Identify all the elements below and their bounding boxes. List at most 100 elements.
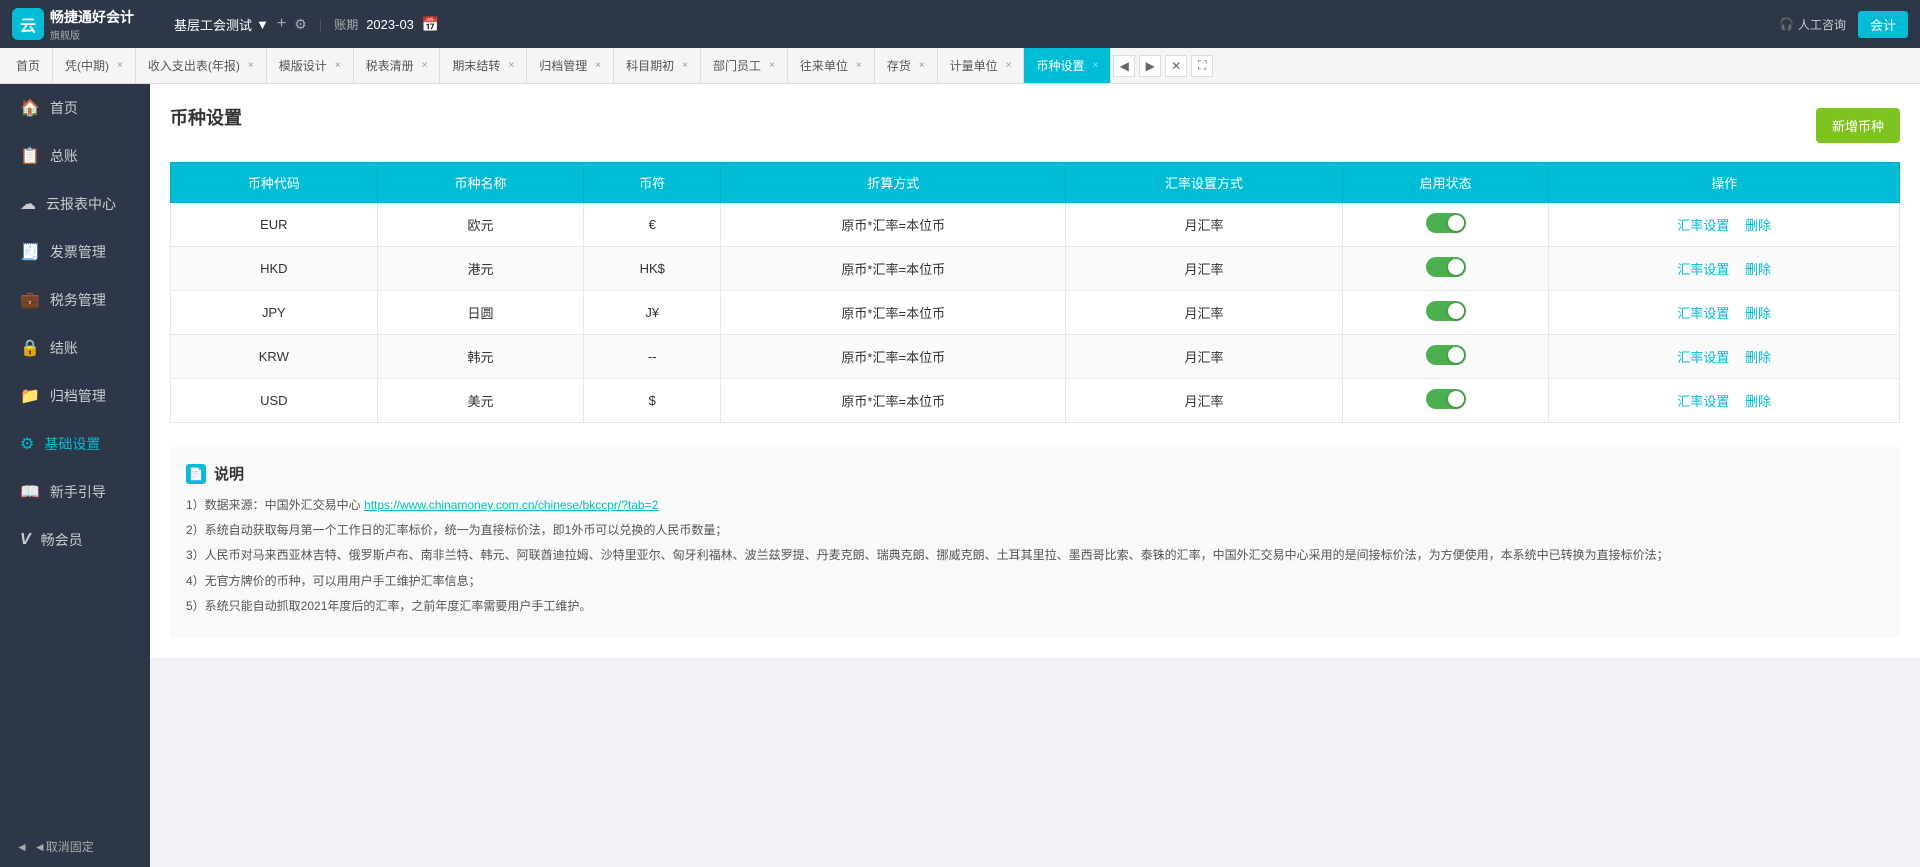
toggle-switch[interactable]: [1426, 213, 1466, 233]
note-item: 5）系统只能自动抓取2021年度后的汇率，之前年度汇率需要用户手工维护。: [186, 597, 1884, 616]
tab-prev-btn[interactable]: ◀: [1113, 55, 1135, 77]
cell-1: 港元: [377, 247, 584, 291]
tab-archive-close[interactable]: ×: [595, 60, 601, 71]
rate-setting-link[interactable]: 汇率设置: [1677, 394, 1729, 409]
tab-tax-close[interactable]: ×: [422, 60, 428, 71]
sidebar-item-ledger[interactable]: 📋 总账: [0, 132, 150, 180]
sidebar-item-invoice[interactable]: 🧾 发票管理: [0, 228, 150, 276]
sidebar-item-member[interactable]: V 畅会员: [0, 516, 150, 564]
tab-subject[interactable]: 科目期初 ×: [614, 48, 701, 84]
rate-setting-link[interactable]: 汇率设置: [1677, 306, 1729, 321]
tab-currency[interactable]: 币种设置 ×: [1024, 48, 1111, 84]
tab-partner-close[interactable]: ×: [856, 60, 862, 71]
tab-income-close[interactable]: ×: [248, 60, 254, 71]
delete-link[interactable]: 删除: [1745, 262, 1771, 277]
tab-unit-close[interactable]: ×: [1006, 60, 1012, 71]
table-row: USD美元$原币*汇率=本位币月汇率 汇率设置 删除: [171, 379, 1900, 423]
tab-period-end[interactable]: 期末结转 ×: [440, 48, 527, 84]
tab-archive[interactable]: 归档管理 ×: [527, 48, 614, 84]
tab-dept[interactable]: 部门员工 ×: [701, 48, 788, 84]
delete-link[interactable]: 删除: [1745, 394, 1771, 409]
tab-stock[interactable]: 存货 ×: [875, 48, 938, 84]
member-icon: V: [20, 531, 31, 549]
sidebar-item-settings[interactable]: ⚙ 基础设置: [0, 420, 150, 468]
period-value: 2023-03: [366, 17, 414, 32]
cell-0: EUR: [171, 203, 378, 247]
tab-partner[interactable]: 往来单位 ×: [788, 48, 875, 84]
tab-stock-label: 存货: [887, 57, 911, 74]
support-button[interactable]: 🎧 人工咨询: [1779, 16, 1846, 33]
tab-subject-close[interactable]: ×: [682, 60, 688, 71]
tab-period-end-label: 期末结转: [452, 57, 500, 74]
rate-setting-link[interactable]: 汇率设置: [1677, 262, 1729, 277]
toggle-switch[interactable]: [1426, 345, 1466, 365]
sidebar-label-settings: 基础设置: [44, 434, 100, 454]
tab-currency-label: 币种设置: [1036, 57, 1084, 74]
tax-icon: 💼: [20, 290, 40, 310]
tab-period-end-close[interactable]: ×: [508, 60, 514, 71]
toggle-switch[interactable]: [1426, 301, 1466, 321]
sidebar-pin-toggle[interactable]: ◄ ◄取消固定: [0, 826, 150, 867]
delete-link[interactable]: 删除: [1745, 218, 1771, 233]
calendar-icon[interactable]: 📅: [422, 16, 439, 33]
cell-toggle: [1342, 203, 1549, 247]
sidebar-item-archive[interactable]: 📁 归档管理: [0, 372, 150, 420]
tab-fullscreen-btn[interactable]: ⛶: [1191, 55, 1213, 77]
tab-tax-label: 税表清册: [366, 57, 414, 74]
logo-sub: 旗舰版: [50, 27, 134, 42]
toggle-switch[interactable]: [1426, 257, 1466, 277]
tab-stock-close[interactable]: ×: [919, 60, 925, 71]
cell-3: 原币*汇率=本位币: [721, 335, 1066, 379]
cell-toggle: [1342, 379, 1549, 423]
sidebar-label-ledger: 总账: [50, 146, 78, 166]
delete-link[interactable]: 删除: [1745, 350, 1771, 365]
sidebar-item-home[interactable]: 🏠 首页: [0, 84, 150, 132]
tab-voucher[interactable]: 凭(中期) ×: [53, 48, 136, 84]
tab-close-all-btn[interactable]: ✕: [1165, 55, 1187, 77]
tab-template[interactable]: 模版设计 ×: [267, 48, 354, 84]
cell-1: 韩元: [377, 335, 584, 379]
sidebar-label-guide: 新手引导: [50, 482, 106, 502]
col-status: 启用状态: [1342, 163, 1549, 203]
company-selector[interactable]: 基层工会测试 ▼: [174, 15, 269, 34]
new-currency-button[interactable]: 新增币种: [1816, 108, 1900, 143]
toggle-switch[interactable]: [1426, 389, 1466, 409]
note-item: 1）数据来源：中国外汇交易中心 https://www.chinamoney.c…: [186, 496, 1884, 515]
tab-template-close[interactable]: ×: [335, 60, 341, 71]
cell-actions: 汇率设置 删除: [1549, 291, 1900, 335]
table-row: EUR欧元€原币*汇率=本位币月汇率 汇率设置 删除: [171, 203, 1900, 247]
cell-actions: 汇率设置 删除: [1549, 247, 1900, 291]
account-button[interactable]: 会计: [1858, 11, 1908, 38]
sidebar-label-tax: 税务管理: [50, 290, 106, 310]
tab-next-btn[interactable]: ▶: [1139, 55, 1161, 77]
rate-setting-link[interactable]: 汇率设置: [1677, 218, 1729, 233]
chinamoney-link[interactable]: https://www.chinamoney.com.cn/chinese/bk…: [364, 498, 658, 512]
currency-table: 币种代码 币种名称 币符 折算方式 汇率设置方式 启用状态 操作 EUR欧元€原…: [170, 162, 1900, 423]
sidebar-label-archive: 归档管理: [50, 386, 106, 406]
tab-currency-close[interactable]: ×: [1092, 60, 1098, 71]
sidebar-item-reports[interactable]: ☁ 云报表中心: [0, 180, 150, 228]
cell-1: 日圆: [377, 291, 584, 335]
note-item: 3）人民币对马来西亚林吉特、俄罗斯卢布、南非兰特、韩元、阿联酋迪拉姆、沙特里亚尔…: [186, 546, 1884, 565]
sidebar: 🏠 首页 📋 总账 ☁ 云报表中心 🧾 发票管理 💼 税务管理 🔒 结账 📁 归…: [0, 84, 150, 867]
tab-tax[interactable]: 税表清册 ×: [354, 48, 441, 84]
delete-link[interactable]: 删除: [1745, 306, 1771, 321]
note-item: 4）无官方牌价的币种，可以用用户手工维护汇率信息；: [186, 572, 1884, 591]
cell-1: 欧元: [377, 203, 584, 247]
sidebar-item-guide[interactable]: 📖 新手引导: [0, 468, 150, 516]
tab-dept-close[interactable]: ×: [769, 60, 775, 71]
rate-setting-link[interactable]: 汇率设置: [1677, 350, 1729, 365]
table-row: HKD港元HK$原币*汇率=本位币月汇率 汇率设置 删除: [171, 247, 1900, 291]
settings-icon[interactable]: ⚙: [294, 16, 307, 33]
cell-2: HK$: [584, 247, 721, 291]
tab-unit[interactable]: 计量单位 ×: [938, 48, 1025, 84]
tab-income[interactable]: 收入支出表(年报) ×: [136, 48, 267, 84]
add-icon[interactable]: +: [277, 15, 286, 33]
sidebar-label-checkout: 结账: [50, 338, 78, 358]
sidebar-label-home: 首页: [50, 98, 78, 118]
sidebar-item-tax[interactable]: 💼 税务管理: [0, 276, 150, 324]
tab-home[interactable]: 首页: [4, 48, 53, 84]
tab-voucher-close[interactable]: ×: [117, 60, 123, 71]
tab-archive-label: 归档管理: [539, 57, 587, 74]
sidebar-item-checkout[interactable]: 🔒 结账: [0, 324, 150, 372]
